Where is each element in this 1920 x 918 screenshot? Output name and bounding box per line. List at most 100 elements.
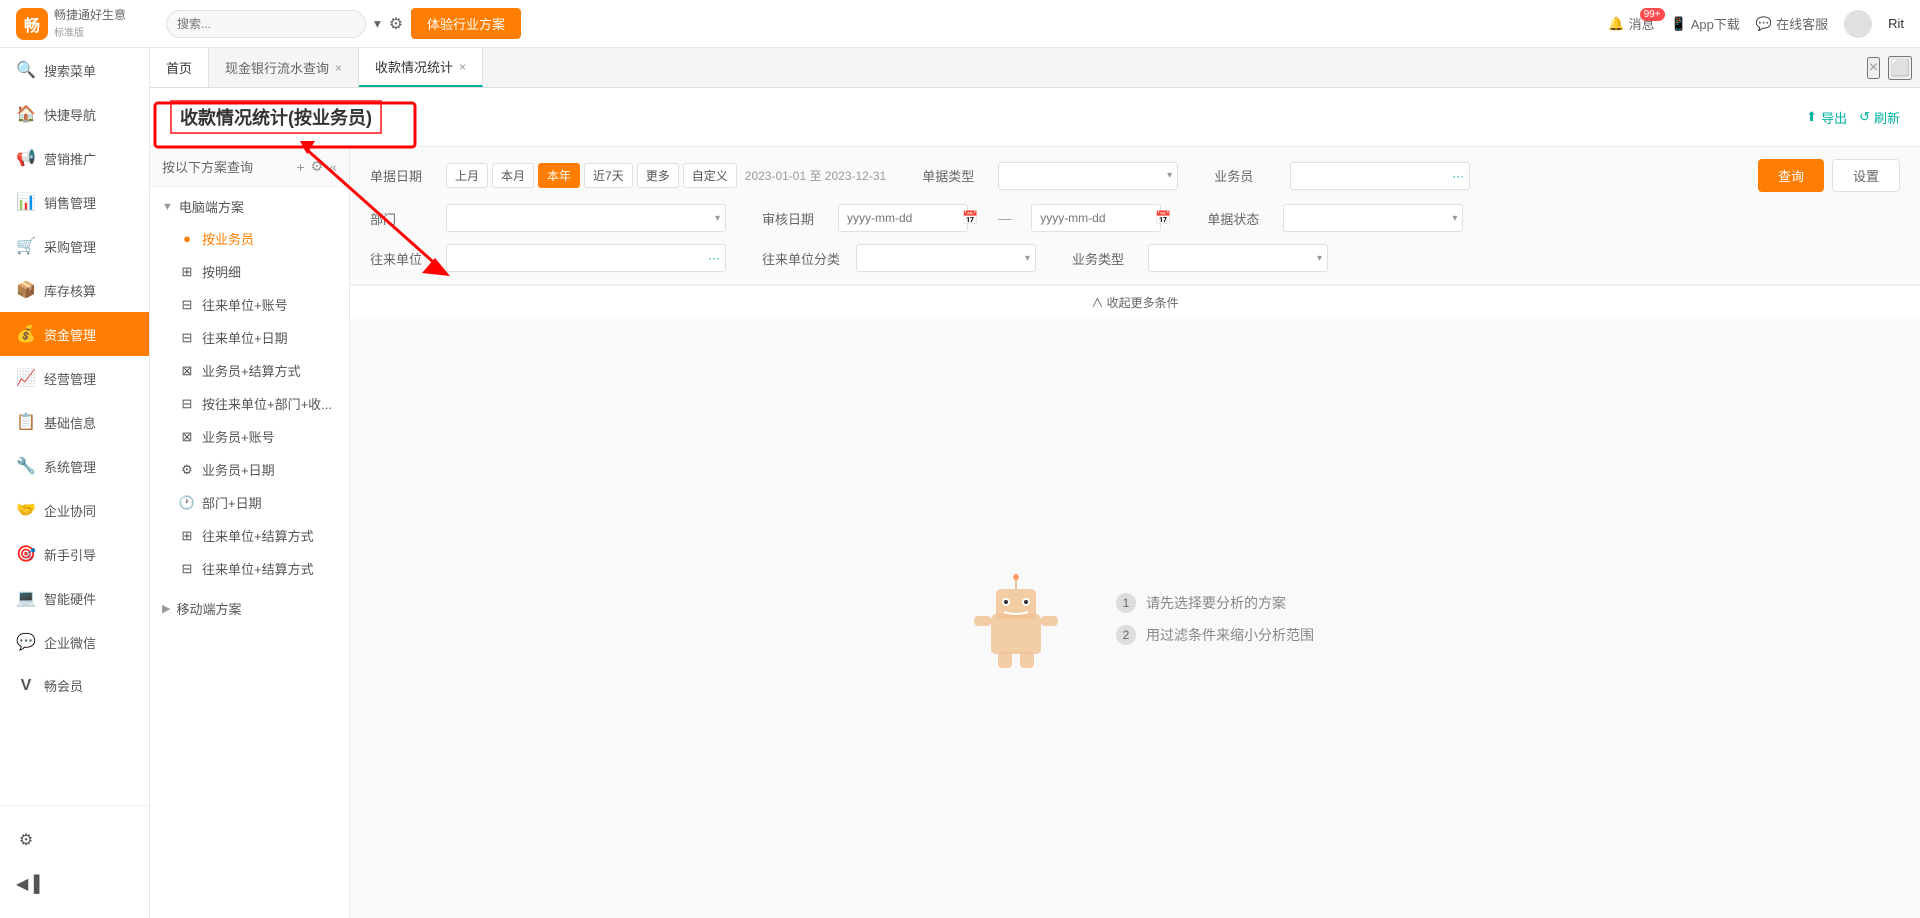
refresh-btn[interactable]: ↺ 刷新 <box>1859 108 1900 127</box>
header-gear-btn[interactable]: ⚙ <box>389 14 403 34</box>
settings-bottom-icon: ⚙ <box>16 830 36 850</box>
partner-dots[interactable]: ··· <box>708 251 720 265</box>
scheme-group-mobile-header[interactable]: ▶ 移动端方案 <box>150 593 349 624</box>
empty-tips: 1 请先选择要分析的方案 2 用过滤条件来缩小分析范围 <box>1116 593 1314 645</box>
scheme-item-unit-account-label: 往来单位+账号 <box>202 295 288 314</box>
trial-btn[interactable]: 体验行业方案 <box>411 8 521 39</box>
tab-home[interactable]: 首页 <box>150 48 209 87</box>
partner-cat-select[interactable] <box>856 244 1036 272</box>
doc-type-select[interactable] <box>998 162 1178 190</box>
sidebar-collapse-btn[interactable]: ◀▐ <box>0 862 149 906</box>
collapse-bar[interactable]: ∧ 收起更多条件 <box>350 285 1920 319</box>
tip-num-2: 2 <box>1116 625 1136 645</box>
biz-type-label: 业务类型 <box>1072 249 1132 268</box>
pc-group-label: 电脑端方案 <box>179 197 244 216</box>
review-date-from[interactable] <box>838 204 968 232</box>
sidebar-item-quicknav[interactable]: 🏠 快捷导航 <box>0 92 149 136</box>
salesperson-input[interactable] <box>1290 162 1470 190</box>
biz-type-select[interactable] <box>1148 244 1328 272</box>
date-btn-this-year[interactable]: 本年 <box>538 163 580 188</box>
system-icon: 🔧 <box>16 456 36 476</box>
app-download-btn[interactable]: 📱 App下载 <box>1671 14 1740 33</box>
sidebar-item-enterprise[interactable]: 🤝 企业协同 <box>0 488 149 532</box>
sidebar-item-inventory[interactable]: 📦 库存核算 <box>0 268 149 312</box>
sidebar-item-guide[interactable]: 🎯 新手引导 <box>0 532 149 576</box>
biz-type-field: ▾ <box>1148 244 1328 272</box>
sidebar-label-member: 畅会员 <box>44 676 83 695</box>
scheme-item-dept-date[interactable]: 🕐 部门+日期 <box>150 486 349 519</box>
scheme-collapse-btn[interactable]: « <box>329 158 337 175</box>
header-dropdown-btn[interactable]: ▾ <box>374 16 381 32</box>
scheme-item-unit-settle1[interactable]: ⊞ 往来单位+结算方式 <box>150 519 349 552</box>
dept-select[interactable] <box>446 204 726 232</box>
scheme-item-unit-date[interactable]: ⊟ 往来单位+日期 <box>150 321 349 354</box>
date-btn-7days[interactable]: 近7天 <box>584 163 633 188</box>
sidebar-item-member[interactable]: V 畅会员 <box>0 664 149 707</box>
date-label: 单据日期 <box>370 166 430 185</box>
scheme-add-btn[interactable]: + <box>296 158 304 175</box>
sidebar-item-weixin[interactable]: 💬 企业微信 <box>0 620 149 664</box>
header-search-input[interactable] <box>166 10 366 38</box>
logo-text: 畅捷通好生意 <box>54 8 126 24</box>
sidebar-item-sales[interactable]: 📊 销售管理 <box>0 180 149 224</box>
partner-input[interactable] <box>446 244 726 272</box>
date-btn-more[interactable]: 更多 <box>637 163 679 188</box>
scheme-item-unit-settle1-label: 往来单位+结算方式 <box>202 526 314 545</box>
sidebar-item-search[interactable]: 🔍 搜索菜单 <box>0 48 149 92</box>
form-settings-btn[interactable]: 设置 <box>1832 159 1900 192</box>
detail-icon: ⊞ <box>178 264 196 280</box>
sidebar-item-purchase[interactable]: 🛒 采购管理 <box>0 224 149 268</box>
empty-content: 1 请先选择要分析的方案 2 用过滤条件来缩小分析范围 <box>956 559 1314 679</box>
export-btn[interactable]: ⬆ 导出 <box>1806 108 1847 127</box>
doc-status-field: ▾ <box>1283 204 1463 232</box>
tab-bank[interactable]: 现金银行流水查询 × <box>209 48 359 87</box>
sidebar-settings-btn[interactable]: ⚙ <box>0 818 149 862</box>
app-download-label: App下载 <box>1691 14 1740 33</box>
doc-status-select[interactable] <box>1283 204 1463 232</box>
sidebar-item-system[interactable]: 🔧 系统管理 <box>0 444 149 488</box>
online-service-btn[interactable]: 💬 在线客服 <box>1756 14 1828 33</box>
close-all-btn[interactable]: × <box>1867 57 1880 79</box>
online-service-label: 在线客服 <box>1776 14 1828 33</box>
scheme-group-pc-header[interactable]: ▼ 电脑端方案 <box>150 191 349 222</box>
notification-btn[interactable]: 🔔 消息 99+ <box>1608 14 1654 33</box>
tip-text-2: 用过滤条件来缩小分析范围 <box>1146 625 1314 645</box>
sidebar-item-operation[interactable]: 📈 经营管理 <box>0 356 149 400</box>
scheme-item-detail-label: 按明细 <box>202 262 241 281</box>
scheme-item-salesperson[interactable]: ● 按业务员 <box>150 222 349 255</box>
scheme-item-unit-dept[interactable]: ⊟ 按往来单位+部门+收... <box>150 387 349 420</box>
tab-bank-close[interactable]: × <box>335 61 342 75</box>
sidebar-item-hardware[interactable]: 💻 智能硬件 <box>0 576 149 620</box>
scheme-item-sales-account[interactable]: ⊠ 业务员+账号 <box>150 420 349 453</box>
query-btn[interactable]: 查询 <box>1758 159 1824 192</box>
tab-receipt-close[interactable]: × <box>459 60 466 74</box>
layout: 🔍 搜索菜单 🏠 快捷导航 📢 营销推广 📊 销售管理 🛒 采购管理 📦 库存核… <box>0 48 1920 918</box>
date-btn-this-month[interactable]: 本月 <box>492 163 534 188</box>
scheme-header: 按以下方案查询 + ⚙ « <box>150 147 349 187</box>
date-btn-last-month[interactable]: 上月 <box>446 163 488 188</box>
empty-robot-illustration <box>956 559 1076 679</box>
date-btn-custom[interactable]: 自定义 <box>683 163 737 188</box>
sidebar-item-marketing[interactable]: 📢 营销推广 <box>0 136 149 180</box>
scheme-item-sales-date[interactable]: ⚙ 业务员+日期 <box>150 453 349 486</box>
salesperson-dots[interactable]: ··· <box>1452 169 1464 183</box>
tab-receipt[interactable]: 收款情况统计 × <box>359 48 483 87</box>
scheme-item-unit-account[interactable]: ⊟ 往来单位+账号 <box>150 288 349 321</box>
empty-tip-2: 2 用过滤条件来缩小分析范围 <box>1116 625 1314 645</box>
content-area: 按以下方案查询 + ⚙ « ▼ 电脑端方案 <box>150 147 1920 918</box>
scheme-item-sales-settle[interactable]: ⊠ 业务员+结算方式 <box>150 354 349 387</box>
marketing-icon: 📢 <box>16 148 36 168</box>
calendar-to-icon[interactable]: 📅 <box>1155 210 1171 226</box>
sidebar-item-finance[interactable]: 💰 资金管理 <box>0 312 149 356</box>
sidebar-bottom: ⚙ ◀▐ <box>0 805 149 918</box>
sidebar-item-basic[interactable]: 📋 基础信息 <box>0 400 149 444</box>
scheme-item-detail[interactable]: ⊞ 按明细 <box>150 255 349 288</box>
scheme-settings-btn[interactable]: ⚙ <box>311 158 324 175</box>
user-avatar[interactable] <box>1844 10 1872 38</box>
scheme-item-unit-settle2[interactable]: ⊟ 往来单位+结算方式 <box>150 552 349 585</box>
calendar-from-icon[interactable]: 📅 <box>962 210 978 226</box>
maximize-btn[interactable]: ⬜ <box>1888 56 1912 80</box>
sidebar-label-search: 搜索菜单 <box>44 61 96 80</box>
collapse-icon: ◀▐ <box>16 874 36 894</box>
review-date-to[interactable] <box>1031 204 1161 232</box>
